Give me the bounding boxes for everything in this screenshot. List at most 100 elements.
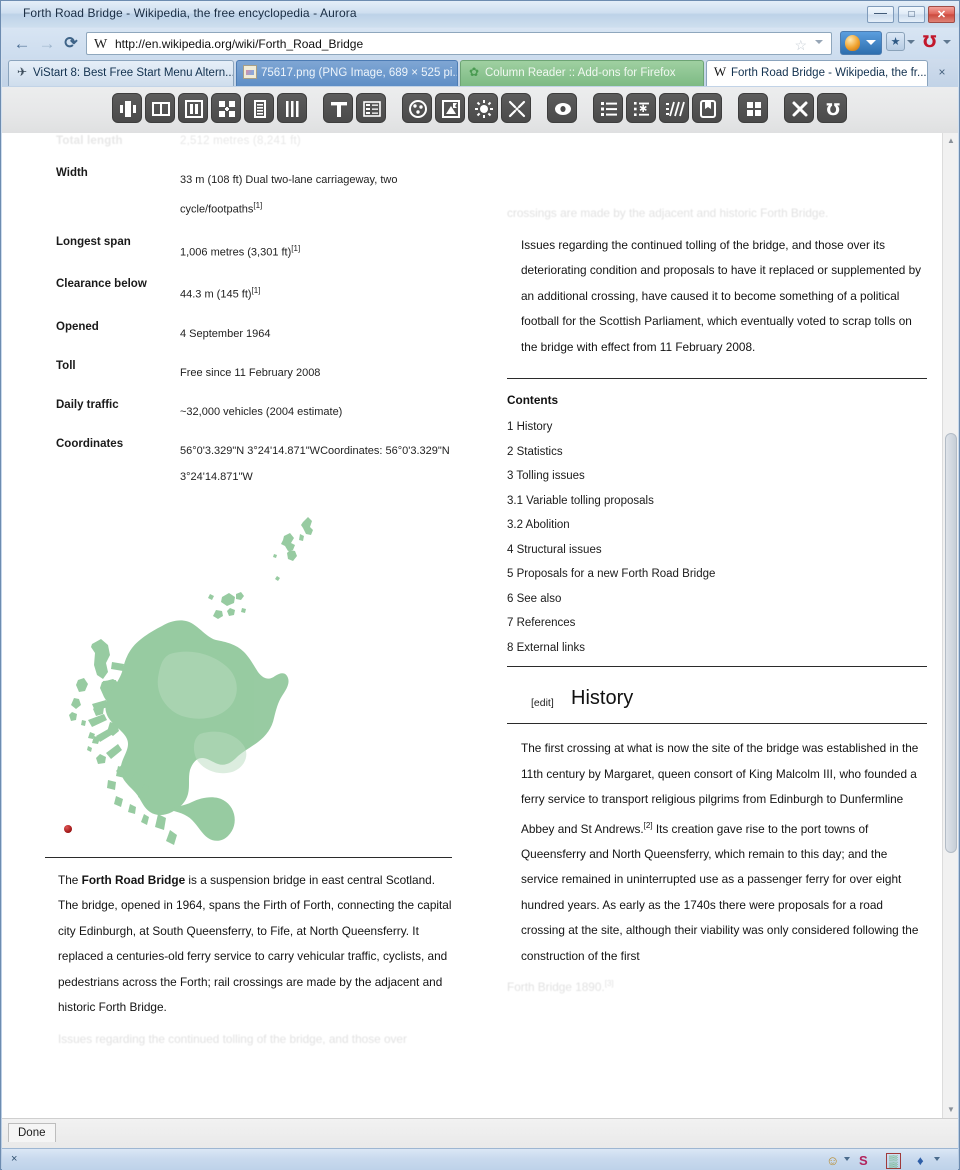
list-button[interactable] (593, 93, 623, 123)
slash-lines-button[interactable] (659, 93, 689, 123)
toc-item-references[interactable]: 7 References (507, 617, 932, 629)
minimize-button[interactable]: — (867, 6, 894, 23)
maximize-button[interactable]: □ (898, 6, 925, 23)
infobox-row: Daily traffic ~32,000 vehicles (2004 est… (40, 399, 460, 425)
url-text: http://en.wikipedia.org/wiki/Forth_Road_… (115, 37, 364, 51)
image-flag-button[interactable] (435, 93, 465, 123)
content-divider (45, 856, 452, 858)
column-reader-icon: ℧ (922, 32, 937, 51)
skype-tray-icon[interactable]: S (859, 1152, 868, 1170)
reload-icon[interactable]: ⟳ (61, 34, 81, 54)
skype-icon: S (859, 1153, 868, 1168)
tray-close-icon[interactable]: × (11, 1153, 17, 1165)
battery-icon: ▒ (886, 1153, 901, 1169)
column-count-button[interactable] (277, 93, 307, 123)
address-bar[interactable]: W http://en.wikipedia.org/wiki/Forth_Roa… (86, 32, 832, 55)
infobox-row: Toll Free since 11 February 2008 (40, 360, 460, 386)
page-content: Total length 2,512 metres (8,241 ft) Wid… (2, 133, 958, 1118)
vistart-icon: ✈ (16, 64, 28, 79)
column-split-button[interactable] (178, 93, 208, 123)
system-tray-bar: × ☺ S ▒ ♦ (2, 1148, 958, 1170)
infobox-value: ~32,000 vehicles (2004 estimate) (180, 405, 343, 418)
expand-arrows-button[interactable] (211, 93, 241, 123)
toc-title: Contents (507, 393, 559, 407)
palette-button[interactable] (402, 93, 432, 123)
list-star-button[interactable]: ✱ (626, 93, 656, 123)
infobox-key: Longest span (56, 235, 131, 248)
bridge-infobox: Width 33 m (108 ft) Dual two-lane carria… (40, 167, 460, 490)
grid-button[interactable] (738, 93, 768, 123)
infobox-value: 1,006 metres (3,301 ft)[1] (180, 236, 460, 266)
text-align-button[interactable] (356, 93, 386, 123)
brightness-button[interactable] (468, 93, 498, 123)
browser-tab-vistart[interactable]: ✈ ViStart 8: Best Free Start Menu Altern.… (8, 60, 234, 86)
toc-item-history[interactable]: 1 History (507, 421, 932, 433)
infobox-row: Coordinates 56°0'3.329"N 3°24'14.871"WCo… (40, 438, 460, 490)
infobox-key: Daily traffic (56, 398, 119, 411)
bookmark-star-icon[interactable]: ☆ (794, 37, 807, 53)
two-column-button[interactable] (145, 93, 175, 123)
browser-tab-forth-road-bridge[interactable]: W Forth Road Bridge - Wikipedia, the fr..… (706, 60, 928, 86)
toc-item-variable-tolling-proposals[interactable]: 3.1 Variable tolling proposals (507, 495, 932, 507)
toc-item-statistics[interactable]: 2 Statistics (507, 446, 932, 458)
battery-tray-icon[interactable]: ▒ (886, 1152, 901, 1170)
reader-column-right: crossings are made by the adjacent and h… (507, 133, 932, 1001)
vertical-scrollbar[interactable]: ▲ ▼ (942, 133, 958, 1118)
wikipedia-icon: W (713, 63, 727, 79)
line-height-button[interactable] (244, 93, 274, 123)
faded-continuation-line: crossings are made by the adjacent and h… (507, 206, 829, 220)
infobox-key: Opened (56, 320, 99, 333)
reference-marker[interactable]: [1] (291, 244, 300, 253)
back-icon[interactable]: ← (12, 34, 32, 54)
chevron-down-icon[interactable] (844, 1157, 850, 1161)
close-window-button[interactable]: ✕ (928, 6, 955, 23)
toc-item-see-also[interactable]: 6 See also (507, 593, 932, 605)
chevron-down-icon[interactable] (815, 40, 823, 44)
infobox-value-text: 1,006 metres (3,301 ft) (180, 246, 292, 259)
scroll-up-icon[interactable]: ▲ (943, 133, 958, 149)
close-reader-button[interactable] (784, 93, 814, 123)
lead-paragraph: The Forth Road Bridge is a suspension br… (58, 872, 452, 1015)
scroll-down-icon[interactable]: ▼ (943, 1102, 958, 1118)
browser-tab-png-image[interactable]: 75617.png (PNG Image, 689 × 525 pi... (236, 60, 458, 86)
reference-marker[interactable]: [1] (253, 201, 262, 210)
contrast-button[interactable] (547, 93, 577, 123)
infobox-value: 4 September 1964 (180, 327, 271, 340)
network-tray-icon[interactable]: ♦ (917, 1152, 924, 1170)
chevron-down-icon[interactable] (934, 1157, 940, 1161)
column-center-button[interactable] (112, 93, 142, 123)
addon-toolbar-button[interactable]: ★ (886, 31, 916, 55)
toc-item-proposals-new-bridge[interactable]: 5 Proposals for a new Forth Road Bridge (507, 568, 932, 580)
scrollbar-thumb[interactable] (945, 433, 957, 853)
text-font-button[interactable] (323, 93, 353, 123)
forward-icon[interactable]: → (37, 34, 57, 54)
minimize-icon: — (874, 5, 887, 20)
tab-label: Forth Road Bridge - Wikipedia, the fr... (731, 67, 927, 79)
reader-toolbar-button[interactable]: ℧ (918, 31, 952, 55)
browser-tab-column-reader[interactable]: ✿ Column Reader :: Add-ons for Firefox (460, 60, 704, 86)
bookmark-button[interactable] (692, 93, 722, 123)
toc-item-abolition[interactable]: 3.2 Abolition (507, 519, 932, 531)
reader-column-left: Total length 2,512 metres (8,241 ft) Wid… (40, 133, 460, 1052)
fullscreen-button[interactable] (501, 93, 531, 123)
reference-marker[interactable]: [1] (252, 286, 261, 295)
infobox-row: Width 33 m (108 ft) Dual two-lane carria… (40, 167, 460, 223)
history-section-heading: [edit] History (507, 687, 932, 723)
infobox-row: Opened 4 September 1964 (40, 321, 460, 347)
mail-orb-icon (845, 35, 860, 51)
tab-label: ViStart 8: Best Free Start Menu Altern..… (33, 67, 234, 79)
status-bar: Done (2, 1118, 958, 1148)
edit-section-link[interactable]: [edit] (531, 697, 554, 709)
toc-item-tolling-issues[interactable]: 3 Tolling issues (507, 470, 932, 482)
reader-logo-button[interactable]: ℧ (817, 93, 847, 123)
avatar-tray-icon[interactable]: ☺ (826, 1152, 839, 1170)
avatar-icon: ☺ (826, 1153, 840, 1168)
tab-label: 75617.png (PNG Image, 689 × 525 pi... (261, 67, 458, 79)
toc-item-structural-issues[interactable]: 4 Structural issues (507, 544, 932, 556)
window-title: Forth Road Bridge - Wikipedia, the free … (23, 6, 357, 20)
infobox-row: Longest span 1,006 metres (3,301 ft)[1] (40, 236, 460, 266)
close-tab-icon[interactable]: × (935, 65, 949, 79)
mail-toolbar-button[interactable] (840, 31, 882, 55)
toc-item-external-links[interactable]: 8 External links (507, 642, 932, 654)
history-paragraph-faded-tail: Forth Bridge 1890.[3] (507, 979, 614, 995)
